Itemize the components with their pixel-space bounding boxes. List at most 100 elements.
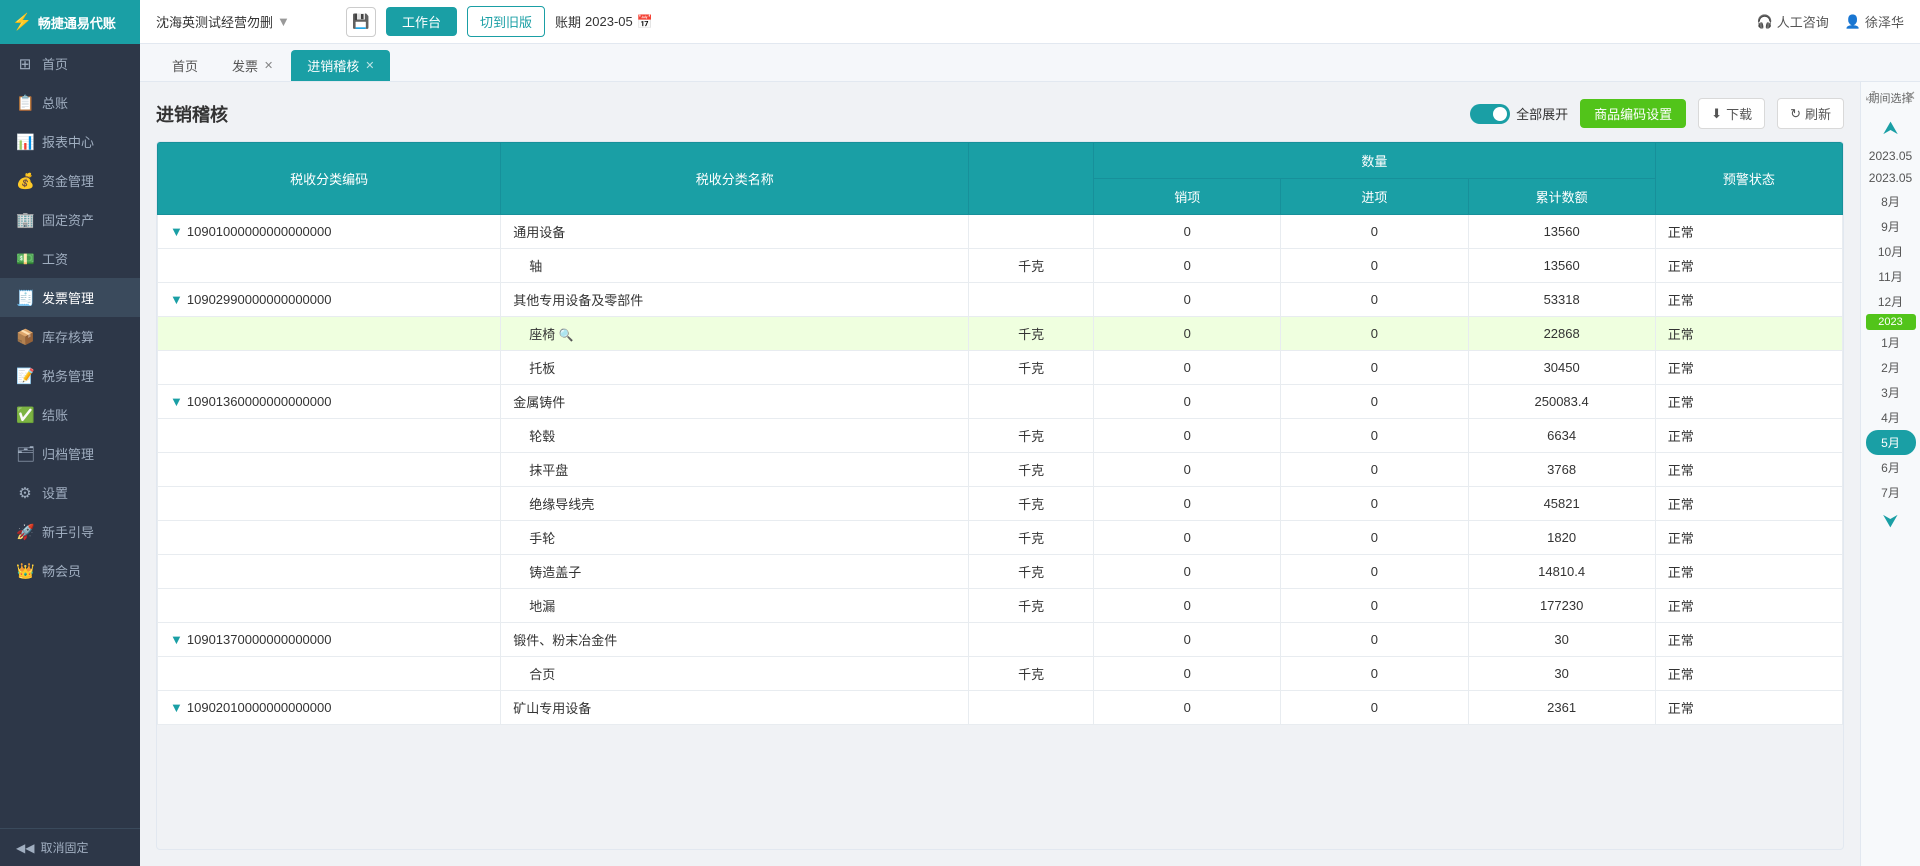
user-menu[interactable]: 👤 徐泽华 [1845, 12, 1904, 31]
company-selector[interactable]: 沈海英测试经营勿删 ▼ [156, 12, 336, 31]
search-icon[interactable]: 🔍 [559, 328, 574, 342]
sidebar-item-guide[interactable]: 🚀 新手引导 [0, 512, 140, 551]
collapse-icon[interactable]: ▼ [170, 224, 183, 239]
cell-sales: 0 [1094, 317, 1281, 351]
sidebar-item-ledger[interactable]: 📋总账 [0, 83, 140, 122]
guide-icon: 🚀 [16, 523, 34, 541]
th-tax-code: 税收分类编码 [158, 143, 501, 215]
tab-invoice[interactable]: 发票 ✕ [216, 50, 289, 81]
cell-unit: 千克 [969, 317, 1094, 351]
th-quantity-group: 数量 [1094, 143, 1656, 179]
collapse-icon[interactable]: ▼ [170, 394, 183, 409]
expand-panel-button[interactable]: ⤢ [1865, 88, 1875, 104]
period-item[interactable]: 4月 [1866, 405, 1916, 430]
cell-unit: 千克 [969, 419, 1094, 453]
period-item[interactable]: 2023.05 [1866, 167, 1916, 189]
tab-invoice-close-icon[interactable]: ✕ [264, 59, 273, 72]
cell-unit [969, 215, 1094, 249]
sidebar-label-invoice: 发票管理 [42, 288, 94, 307]
period-item[interactable]: 2023.05 [1866, 145, 1916, 167]
collapse-icon[interactable]: ▼ [170, 700, 183, 715]
cell-sales: 0 [1094, 283, 1281, 317]
sidebar-label-assets: 固定资产 [42, 210, 94, 229]
cell-code: ▼10901000000000000000 [158, 215, 501, 249]
logo-icon: ⚡ [12, 12, 32, 32]
save-button[interactable]: 💾 [346, 7, 376, 37]
period-item[interactable]: 3月 [1866, 380, 1916, 405]
refresh-button[interactable]: ↻ 刷新 [1777, 98, 1844, 129]
sidebar-item-salary[interactable]: 💵工资 [0, 239, 140, 278]
period-item[interactable]: 11月 [1866, 264, 1916, 289]
cell-total: 177230 [1468, 589, 1655, 623]
tab-reconcile[interactable]: 进销稽核 ✕ [291, 50, 390, 81]
tab-reconcile-close-icon[interactable]: ✕ [365, 59, 374, 72]
cell-warning: 正常 [1655, 215, 1842, 249]
period-item[interactable]: 9月 [1866, 214, 1916, 239]
expand-toggle[interactable] [1470, 104, 1510, 124]
cell-total: 250083.4 [1468, 385, 1655, 419]
sidebar-item-tax[interactable]: 📝税务管理 [0, 356, 140, 395]
table-row: 座椅 🔍 千克 0 0 22868 正常 [158, 317, 1843, 351]
tabbar: 首页 发票 ✕ 进销稽核 ✕ [140, 44, 1920, 82]
cell-sales: 0 [1094, 521, 1281, 555]
tab-home-label: 首页 [172, 56, 198, 75]
download-icon: ⬇ [1711, 106, 1722, 122]
period-item[interactable]: 10月 [1866, 239, 1916, 264]
close-panel-button[interactable]: ✕ [1905, 88, 1916, 104]
period-item[interactable]: 1月 [1866, 330, 1916, 355]
tab-home[interactable]: 首页 [156, 50, 214, 81]
sidebar-item-settings[interactable]: ⚙设置 [0, 473, 140, 512]
cell-warning: 正常 [1655, 283, 1842, 317]
cell-sales: 0 [1094, 657, 1281, 691]
th-purchase: 进项 [1281, 179, 1468, 215]
sidebar-item-member[interactable]: 👑畅会员 [0, 551, 140, 590]
main-area: 沈海英测试经营勿删 ▼ 💾 工作台 切到旧版 账期 2023-05 📅 🎧 人工… [140, 0, 1920, 866]
period-item[interactable]: 5月 [1866, 430, 1916, 455]
sidebar-item-archive[interactable]: 🗂归档管理 [0, 434, 140, 473]
sidebar-label-guide: 新手引导 [42, 522, 94, 541]
cell-sales: 0 [1094, 453, 1281, 487]
period-item[interactable]: 7月 [1866, 480, 1916, 505]
sidebar: ⚡ 畅捷通易代账 ⊞首页📋总账📊报表中心💰资金管理🏢固定资产💵工资🧾发票管理📦库… [0, 0, 140, 866]
sidebar-item-invoice[interactable]: 🧾发票管理 [0, 278, 140, 317]
cell-code [158, 249, 501, 283]
table-row: ▼10901360000000000000 金属铸件 0 0 250083.4 … [158, 385, 1843, 419]
download-button[interactable]: ⬇ 下载 [1698, 98, 1765, 129]
cell-warning: 正常 [1655, 589, 1842, 623]
calendar-icon[interactable]: 📅 [637, 14, 653, 30]
collapse-icon[interactable]: ▼ [170, 632, 183, 647]
period-item[interactable]: 6月 [1866, 455, 1916, 480]
sidebar-item-finance[interactable]: 💰资金管理 [0, 161, 140, 200]
cell-name: 合页 [501, 657, 969, 691]
cell-warning: 正常 [1655, 385, 1842, 419]
cell-total: 1820 [1468, 521, 1655, 555]
period-item[interactable]: 2023 [1866, 314, 1916, 330]
period-item[interactable]: 2月 [1866, 355, 1916, 380]
table-row: 轴 千克 0 0 13560 正常 [158, 249, 1843, 283]
period-down-arrow[interactable]: ⮟ [1883, 511, 1898, 532]
table-row: ▼10901000000000000000 通用设备 0 0 13560 正常 [158, 215, 1843, 249]
period-item[interactable]: 8月 [1866, 189, 1916, 214]
period-item[interactable]: 12月 [1866, 289, 1916, 314]
cell-total: 6634 [1468, 419, 1655, 453]
period-up-arrow[interactable]: ⮝ [1883, 118, 1898, 139]
sidebar-item-reports[interactable]: 📊报表中心 [0, 122, 140, 161]
table-row: ▼10902990000000000000 其他专用设备及零部件 0 0 533… [158, 283, 1843, 317]
workbench-button[interactable]: 工作台 [386, 7, 457, 36]
sidebar-item-assets[interactable]: 🏢固定资产 [0, 200, 140, 239]
sidebar-item-inventory[interactable]: 📦库存核算 [0, 317, 140, 356]
sidebar-item-closing[interactable]: ✅结账 [0, 395, 140, 434]
switch-version-button[interactable]: 切到旧版 [467, 6, 545, 37]
tax-icon: 📝 [16, 367, 34, 385]
sidebar-unpin[interactable]: ◀◀ 取消固定 [0, 828, 140, 866]
content-main: 进销稽核 全部展开 商品编码设置 ⬇ 下载 ↻ 刷新 [140, 82, 1860, 866]
customer-service[interactable]: 🎧 人工咨询 [1757, 12, 1829, 31]
sidebar-item-home[interactable]: ⊞首页 [0, 44, 140, 83]
cell-warning: 正常 [1655, 691, 1842, 725]
product-code-settings-button[interactable]: 商品编码设置 [1580, 99, 1686, 128]
th-total: 累计数额 [1468, 179, 1655, 215]
refresh-label: 刷新 [1805, 104, 1831, 123]
cell-code [158, 555, 501, 589]
collapse-icon[interactable]: ▼ [170, 292, 183, 307]
cell-warning: 正常 [1655, 657, 1842, 691]
